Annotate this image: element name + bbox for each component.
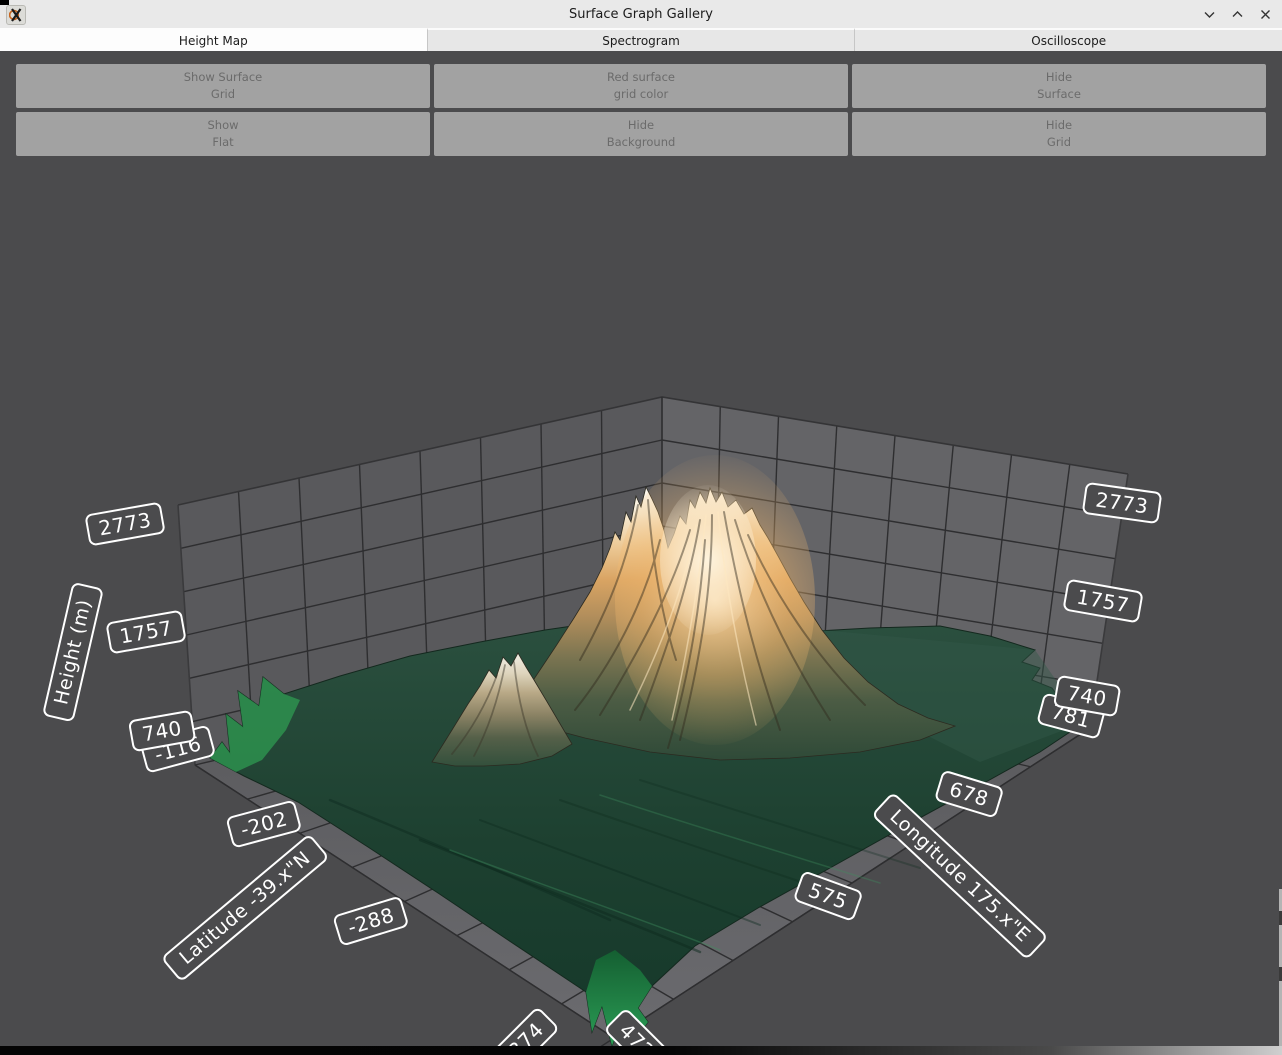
window-corner-notch (0, 0, 9, 5)
app-window: Surface Graph Gallery Height Map Spectro… (0, 0, 1282, 1055)
desktop-strip-bottom (0, 1046, 1282, 1055)
height-map-page: Show SurfaceGrid Red surfacegrid color H… (0, 51, 1282, 1055)
surface-plot (0, 0, 1282, 1055)
surface-3d-viewport[interactable] (0, 0, 1282, 1004)
